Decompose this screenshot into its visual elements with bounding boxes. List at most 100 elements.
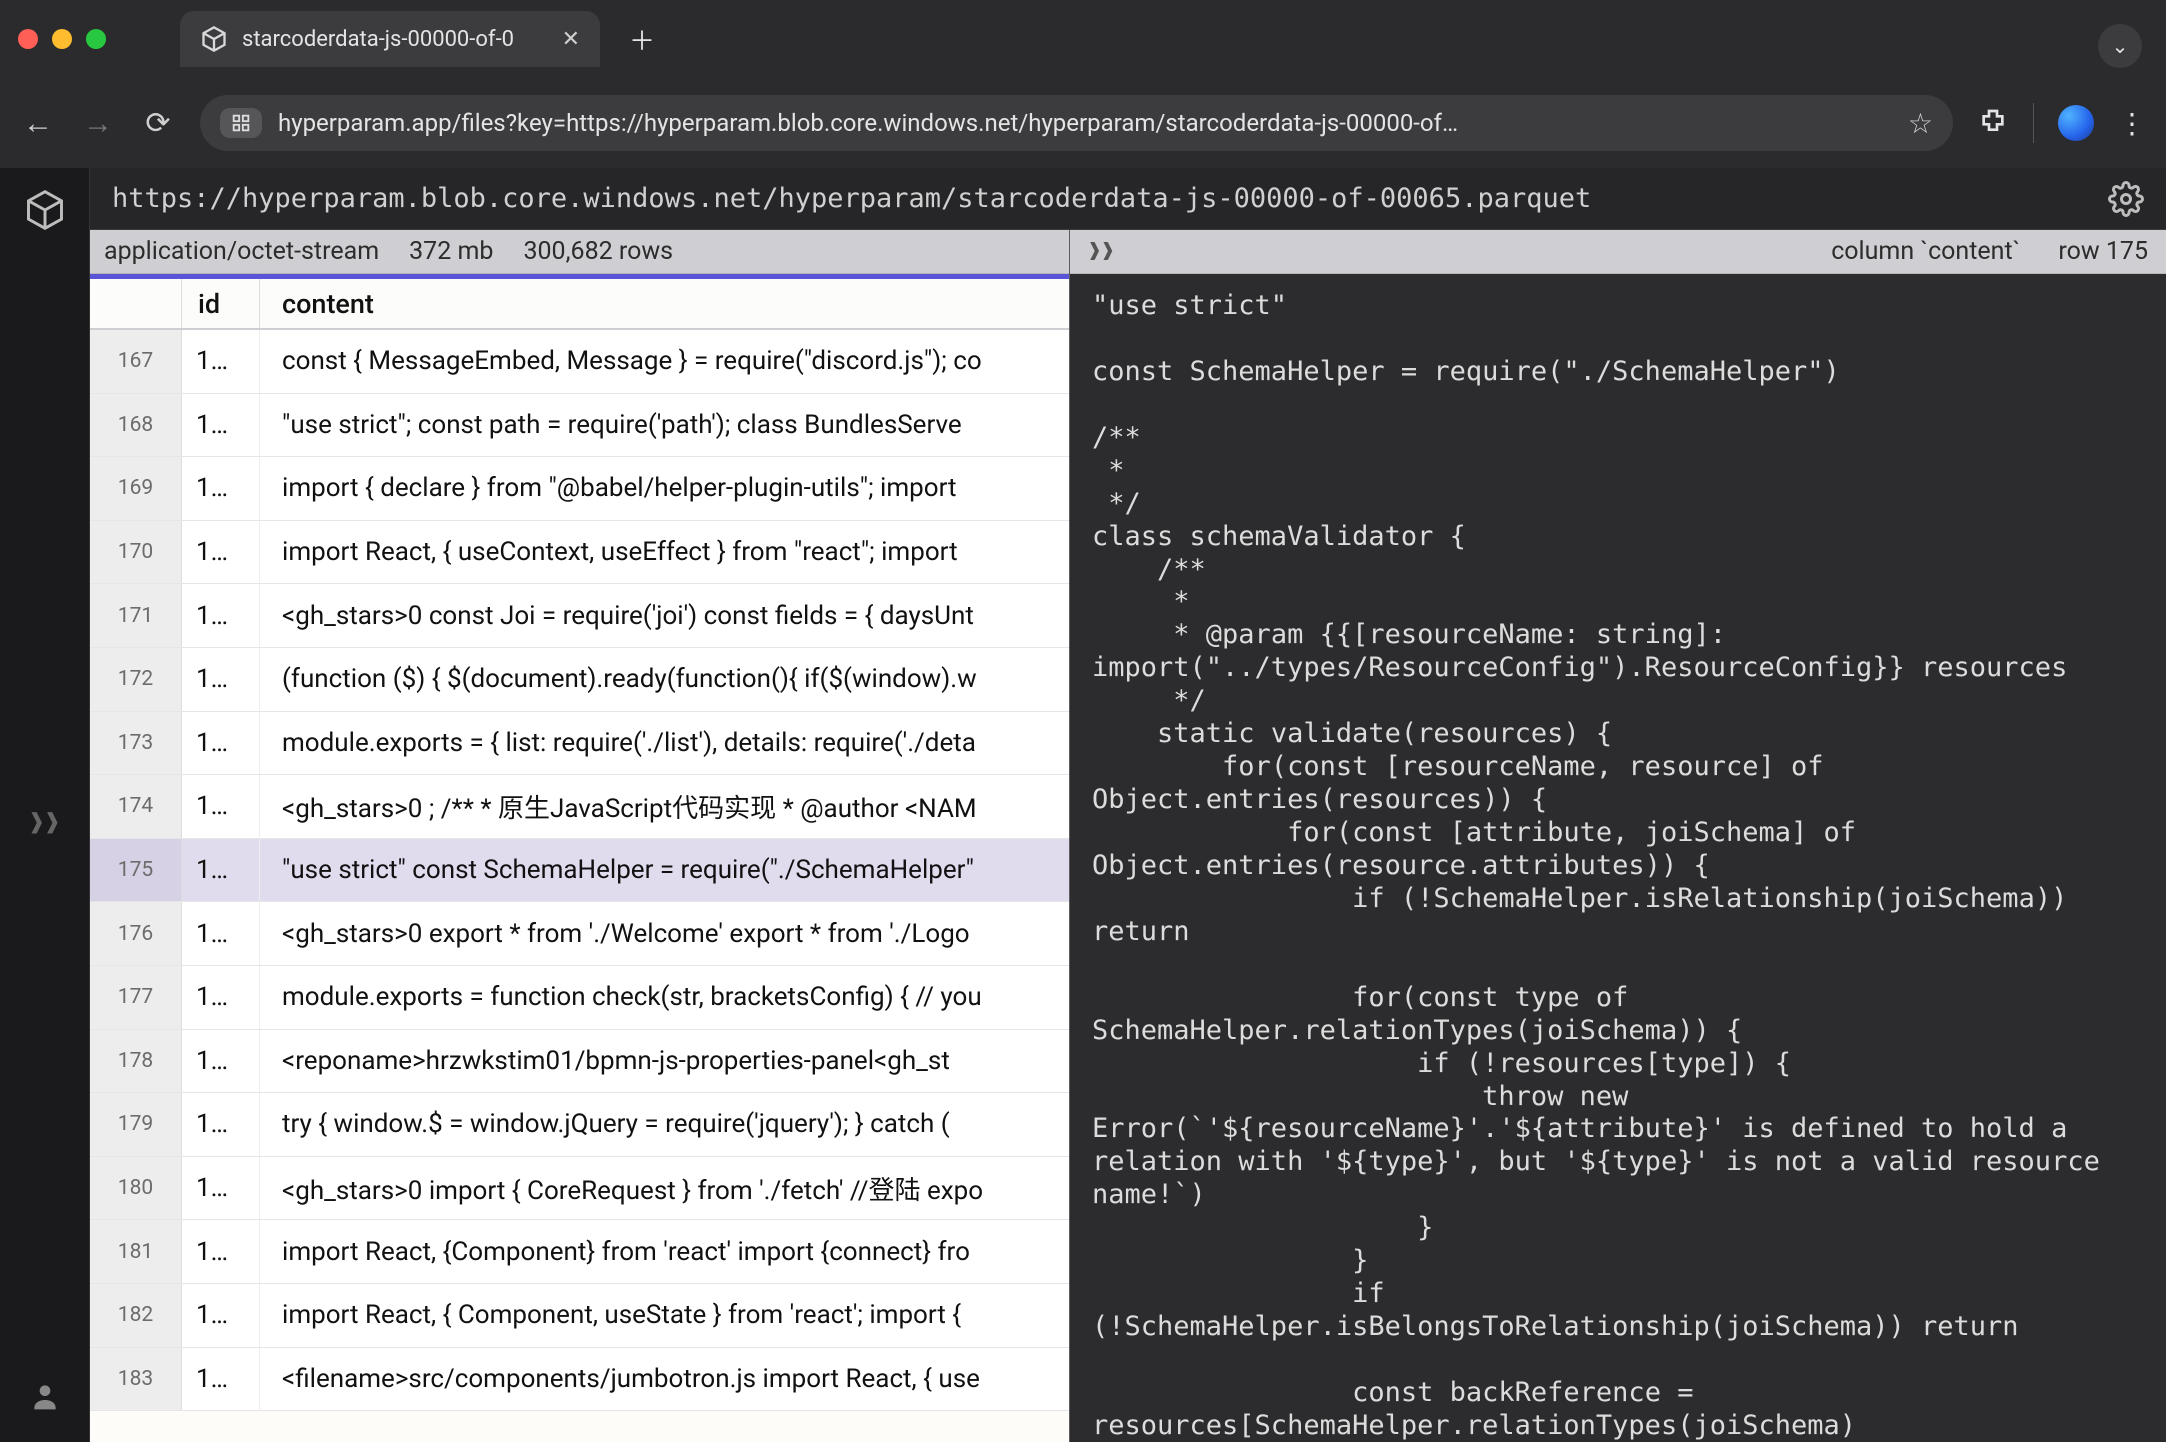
cell-content: module.exports = { list: require('./list…	[260, 712, 1069, 775]
settings-gear-icon[interactable]	[2108, 181, 2144, 217]
cell-id: 1…	[182, 1093, 260, 1156]
cell-content: <gh_stars>0 export * from './Welcome' ex…	[260, 902, 1069, 965]
cell-content: (function ($) { $(document).ready(functi…	[260, 648, 1069, 711]
table-row[interactable]: 1781…<reponame>hrzwkstim01/bpmn-js-prope…	[90, 1030, 1069, 1094]
cell-id: 1…	[182, 457, 260, 520]
toolbar-right: ⋮	[1977, 103, 2146, 143]
window-controls	[18, 29, 106, 49]
row-count: 300,682 rows	[523, 237, 673, 266]
table-row[interactable]: 1771…module.exports = function check(str…	[90, 966, 1069, 1030]
row-number: 180	[90, 1157, 182, 1220]
cell-content: try { window.$ = window.jQuery = require…	[260, 1093, 1069, 1156]
table-row[interactable]: 1751…"use strict" const SchemaHelper = r…	[90, 839, 1069, 903]
table-row[interactable]: 1711…<gh_stars>0 const Joi = require('jo…	[90, 584, 1069, 648]
table-row[interactable]: 1811…import React, {Component} from 'rea…	[90, 1220, 1069, 1284]
row-number-header	[90, 279, 182, 328]
cell-content: const { MessageEmbed, Message } = requir…	[260, 330, 1069, 393]
main-area: https://hyperparam.blob.core.windows.net…	[90, 168, 2166, 1442]
table-row[interactable]: 1821…import React, { Component, useState…	[90, 1284, 1069, 1348]
row-number: 175	[90, 839, 182, 902]
cell-id: 1…	[182, 902, 260, 965]
table-row[interactable]: 1691…import { declare } from "@babel/hel…	[90, 457, 1069, 521]
column-header-content[interactable]: content	[260, 279, 1069, 328]
cell-content: import { declare } from "@babel/helper-p…	[260, 457, 1069, 520]
tab-overflow-button[interactable]: ⌄	[2098, 24, 2142, 68]
table-panel: application/octet-stream 372 mb 300,682 …	[90, 230, 1070, 1442]
cell-content-code[interactable]: "use strict" const SchemaHelper = requir…	[1070, 274, 2166, 1442]
table-row[interactable]: 1701…import React, { useContext, useEffe…	[90, 521, 1069, 585]
path-bar: https://hyperparam.blob.core.windows.net…	[90, 168, 2166, 230]
table-meta-bar: application/octet-stream 372 mb 300,682 …	[90, 230, 1069, 274]
tab-strip: starcoderdata-js-00000-of-0 ✕ ＋ ⌄	[0, 0, 2166, 78]
site-settings-icon[interactable]	[220, 108, 262, 138]
table-header: id content	[90, 274, 1069, 330]
split-panes: application/octet-stream 372 mb 300,682 …	[90, 230, 2166, 1442]
table-row[interactable]: 1741…<gh_stars>0 ; /** * 原生JavaScript代码实…	[90, 775, 1069, 839]
detail-row-label: row 175	[2058, 237, 2148, 266]
row-number: 181	[90, 1220, 182, 1283]
app-root: ❱❱ https://hyperparam.blob.core.windows.…	[0, 168, 2166, 1442]
table-row[interactable]: 1671…const { MessageEmbed, Message } = r…	[90, 330, 1069, 394]
row-number: 171	[90, 584, 182, 647]
toolbar-separator	[2033, 103, 2034, 143]
detail-panel: ❱❱ column `content` row 175 "use strict"…	[1070, 230, 2166, 1442]
row-number: 179	[90, 1093, 182, 1156]
cell-content: "use strict" const SchemaHelper = requir…	[260, 839, 1069, 902]
row-number: 168	[90, 394, 182, 457]
site-favicon-cube-icon	[200, 25, 228, 53]
user-icon[interactable]	[29, 1380, 61, 1412]
mime-type: application/octet-stream	[104, 237, 379, 266]
cell-id: 1…	[182, 1348, 260, 1411]
back-button[interactable]: ←	[20, 105, 56, 141]
app-logo-cube-icon[interactable]	[23, 188, 67, 232]
address-bar[interactable]: hyperparam.app/files?key=https://hyperpa…	[200, 95, 1953, 151]
cell-id: 1…	[182, 712, 260, 775]
table-row[interactable]: 1831…<filename>src/components/jumbotron.…	[90, 1348, 1069, 1412]
profile-avatar[interactable]	[2058, 105, 2094, 141]
browser-chrome: starcoderdata-js-00000-of-0 ✕ ＋ ⌄ ← → ⟳ …	[0, 0, 2166, 168]
row-number: 183	[90, 1348, 182, 1411]
new-tab-button[interactable]: ＋	[624, 21, 660, 57]
tab-close-icon[interactable]: ✕	[562, 27, 580, 52]
cell-id: 1…	[182, 394, 260, 457]
row-number: 167	[90, 330, 182, 393]
cell-id: 1…	[182, 1030, 260, 1093]
table-row[interactable]: 1721…(function ($) { $(document).ready(f…	[90, 648, 1069, 712]
cell-id: 1…	[182, 648, 260, 711]
data-table[interactable]: id content 1671…const { MessageEmbed, Me…	[90, 274, 1069, 1442]
forward-button[interactable]: →	[80, 105, 116, 141]
cell-content: <gh_stars>0 import { CoreRequest } from …	[260, 1157, 1069, 1220]
row-number: 182	[90, 1284, 182, 1347]
table-row[interactable]: 1681…"use strict"; const path = require(…	[90, 394, 1069, 458]
maximize-window-icon[interactable]	[86, 29, 106, 49]
cell-id: 1…	[182, 839, 260, 902]
table-row[interactable]: 1761…<gh_stars>0 export * from './Welcom…	[90, 902, 1069, 966]
cell-content: import React, { Component, useState } fr…	[260, 1284, 1069, 1347]
table-row[interactable]: 1801…<gh_stars>0 import { CoreRequest } …	[90, 1157, 1069, 1221]
cell-id: 1…	[182, 1284, 260, 1347]
browser-menu-icon[interactable]: ⋮	[2118, 107, 2146, 140]
row-number: 174	[90, 775, 182, 838]
cell-content: <reponame>hrzwkstim01/bpmn-js-properties…	[260, 1030, 1069, 1093]
detail-column-label: column `content`	[1831, 237, 2020, 266]
minimize-window-icon[interactable]	[52, 29, 72, 49]
bookmark-star-icon[interactable]: ☆	[1908, 107, 1933, 140]
table-row[interactable]: 1731…module.exports = { list: require('.…	[90, 712, 1069, 776]
file-path[interactable]: https://hyperparam.blob.core.windows.net…	[112, 183, 2088, 214]
column-header-id[interactable]: id	[182, 279, 260, 328]
tab-title: starcoderdata-js-00000-of-0	[242, 27, 548, 52]
reload-button[interactable]: ⟳	[140, 105, 176, 141]
table-row[interactable]: 1791…try { window.$ = window.jQuery = re…	[90, 1093, 1069, 1157]
close-window-icon[interactable]	[18, 29, 38, 49]
cell-id: 1…	[182, 330, 260, 393]
file-size: 372 mb	[409, 237, 493, 266]
cell-content: <gh_stars>0 const Joi = require('joi') c…	[260, 584, 1069, 647]
cell-content: import React, {Component} from 'react' i…	[260, 1220, 1069, 1283]
row-number: 173	[90, 712, 182, 775]
extensions-icon[interactable]	[1977, 107, 2009, 139]
left-rail: ❱❱	[0, 168, 90, 1442]
browser-tab[interactable]: starcoderdata-js-00000-of-0 ✕	[180, 11, 600, 67]
detail-breadcrumb-icon[interactable]: ❱❱	[1088, 239, 1115, 264]
row-number: 177	[90, 966, 182, 1029]
rail-collapse-icon[interactable]: ❱❱	[29, 808, 60, 838]
